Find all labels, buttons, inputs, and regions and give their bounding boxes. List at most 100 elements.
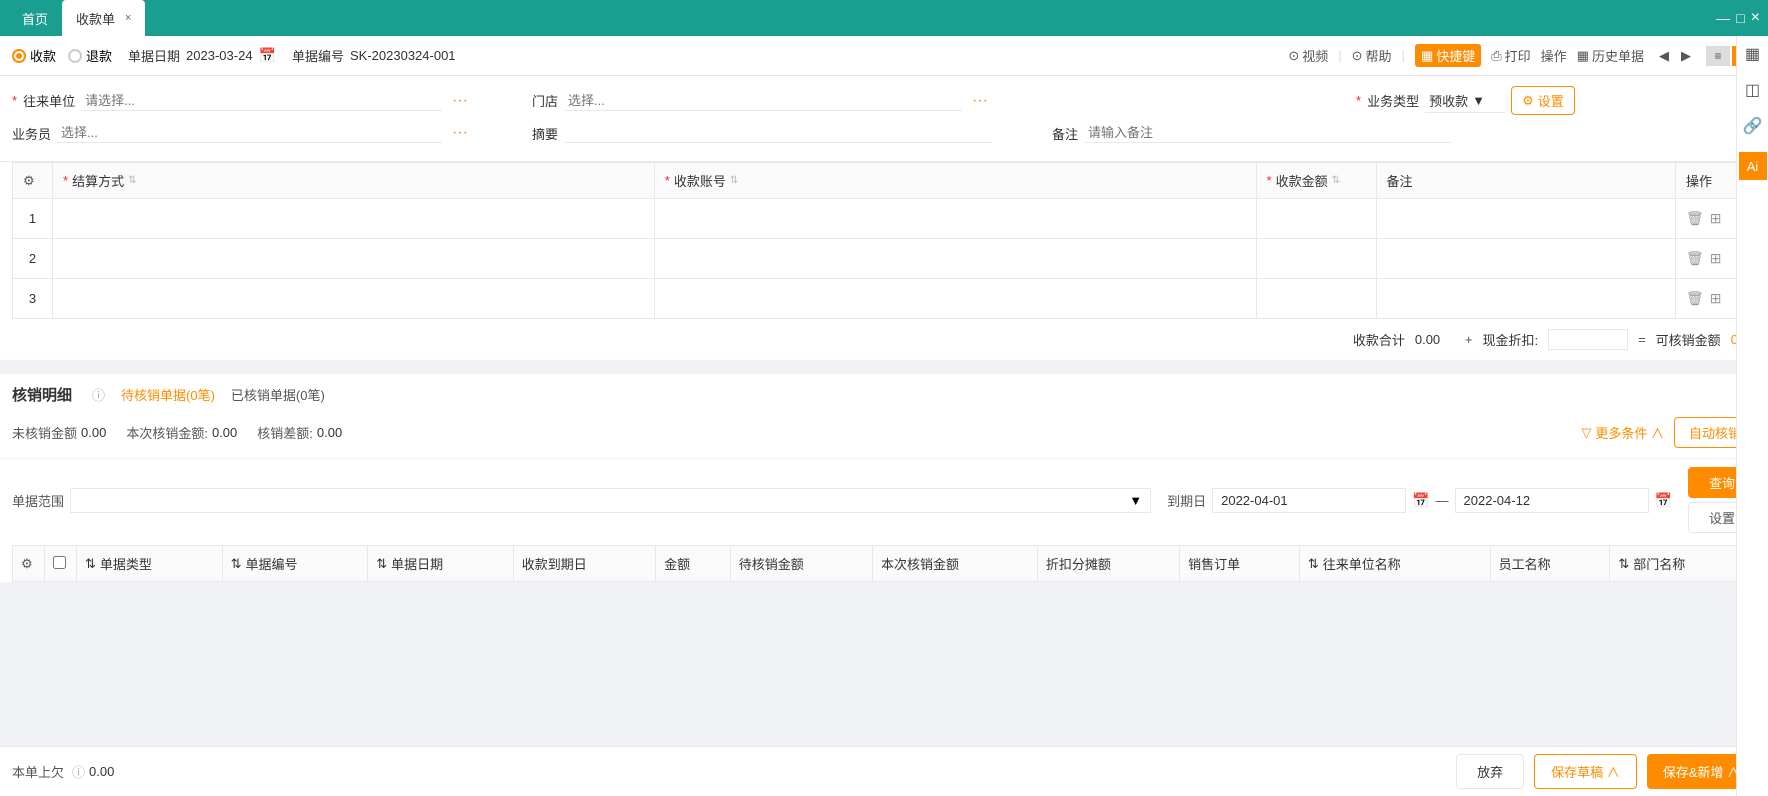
win-max-btn[interactable]: □ [1736, 10, 1744, 26]
calendar-icon[interactable]: 📅 [259, 47, 276, 64]
diff-stat: 核销差额: 0.00 [257, 423, 342, 442]
footer-info-icon[interactable]: ⓘ [72, 762, 85, 781]
video-btn[interactable]: ⊙ 视频 [1288, 46, 1328, 65]
row-3-delete-btn[interactable]: 🗑 [1686, 290, 1704, 307]
biz-type-select[interactable]: 预收款 ▼ [1425, 89, 1505, 113]
shortcut-btn[interactable]: ▦ 快捷键 [1415, 44, 1481, 67]
top-toolbar: 收款 退款 单据日期 2023-03-24 📅 单据编号 SK-20230324… [0, 36, 1768, 76]
sidebar-table-icon[interactable]: ▦ [1745, 44, 1760, 64]
radio-group: 收款 退款 [12, 46, 112, 65]
prev-arrow[interactable]: ◀ [1654, 46, 1674, 66]
video-icon: ⊙ [1288, 48, 1299, 64]
tab-collection-label: 收款单 [76, 9, 115, 28]
row-2-delete-btn[interactable]: 🗑 [1686, 250, 1704, 267]
counterpart-input[interactable] [81, 91, 442, 111]
select-all-checkbox[interactable] [53, 556, 66, 569]
th-amount: * 收款金额 ⇅ [1256, 163, 1376, 199]
date-from-calendar-icon[interactable]: 📅 [1412, 492, 1429, 509]
row-1-remark[interactable] [1376, 199, 1676, 239]
date-separator: — [1436, 493, 1449, 508]
range-chevron-icon: ▼ [1129, 493, 1142, 508]
sidebar-layout-icon[interactable]: ◫ [1745, 80, 1760, 100]
tab-home-label: 首页 [22, 9, 48, 28]
verify-info-icon[interactable]: ⓘ [92, 385, 105, 404]
pending-tab[interactable]: 待核销单据(0笔) [121, 385, 215, 404]
footer-stat: 本单上欠 ⓘ 0.00 [12, 762, 114, 781]
radio-refund[interactable]: 退款 [68, 46, 112, 65]
verify-title: 核销明细 [12, 384, 72, 405]
operate-btn[interactable]: 操作 [1541, 46, 1567, 65]
row-1-amount[interactable] [1256, 199, 1376, 239]
row-2-settlement[interactable] [53, 239, 655, 279]
salesperson-more-btn[interactable]: ··· [448, 124, 472, 142]
history-btn[interactable]: ▦ 历史单据 [1577, 46, 1644, 65]
th-remark: 备注 [1376, 163, 1676, 199]
row-1-delete-btn[interactable]: 🗑 [1686, 210, 1704, 227]
help-btn[interactable]: ⊙ 帮助 [1352, 46, 1392, 65]
row-2-copy-btn[interactable]: ⊞ [1710, 250, 1722, 267]
summary-input[interactable] [564, 123, 992, 143]
row-3-settlement[interactable] [53, 279, 655, 319]
sort-amount-icon: ⇅ [1332, 175, 1340, 186]
date-value: 2023-03-24 [186, 48, 253, 63]
salesperson-input[interactable] [57, 123, 442, 143]
tab-collection[interactable]: 收款单 × [62, 0, 145, 36]
store-input[interactable] [564, 91, 962, 111]
range-filter: 单据范围 ▼ [12, 488, 1151, 513]
tab-close-icon[interactable]: × [125, 12, 131, 24]
row-3-account[interactable] [654, 279, 1256, 319]
date-to-calendar-icon[interactable]: 📅 [1655, 492, 1672, 509]
row-2-amount[interactable] [1256, 239, 1376, 279]
remark-input[interactable] [1084, 123, 1452, 143]
date-from-input[interactable] [1212, 488, 1406, 513]
sort-settlement-icon: ⇅ [128, 175, 136, 186]
row-2-remark[interactable] [1376, 239, 1676, 279]
footer-bar: 本单上欠 ⓘ 0.00 放弃 保存草稿 ∧ 保存&新增 ∧ [0, 746, 1768, 796]
bottom-table-wrap: ⚙ ⇅ 单据类型 ⇅ [0, 545, 1768, 582]
list-view-btn[interactable]: ≡ [1706, 46, 1730, 66]
table-gear-icon[interactable]: ⚙ [23, 173, 35, 188]
bottom-table-gear-icon[interactable]: ⚙ [21, 556, 33, 571]
counterpart-required: * [12, 93, 17, 108]
discard-btn[interactable]: 放弃 [1456, 754, 1524, 789]
sidebar-ai-icon[interactable]: Ai [1739, 152, 1767, 180]
print-btn[interactable]: ⎙ 打印 [1491, 46, 1530, 65]
win-close-btn[interactable]: × [1751, 9, 1760, 27]
footer-btns: 放弃 保存草稿 ∧ 保存&新增 ∧ [1456, 754, 1756, 789]
form-row-2: 业务员 ··· 摘要 备注 [12, 123, 1756, 143]
row-1-copy-btn[interactable]: ⊞ [1710, 210, 1722, 227]
more-conditions-btn[interactable]: ▽ 更多条件 ∧ [1581, 423, 1664, 442]
tab-home[interactable]: 首页 [8, 0, 62, 36]
radio-collection[interactable]: 收款 [12, 46, 56, 65]
draft-btn[interactable]: 保存草稿 ∧ [1534, 754, 1637, 789]
done-tab[interactable]: 已核销单据(0笔) [231, 385, 325, 404]
row-1-settlement[interactable] [53, 199, 655, 239]
summary-label: 摘要 [532, 124, 558, 143]
biz-type-value: 预收款 [1429, 91, 1468, 110]
th-due-date: 收款到期日 [513, 546, 655, 582]
discount-input[interactable] [1548, 329, 1628, 350]
separator2: | [1402, 48, 1405, 63]
store-label: 门店 [532, 91, 558, 110]
row-3-amount[interactable] [1256, 279, 1376, 319]
ai-label: Ai [1747, 159, 1759, 174]
row-3-copy-btn[interactable]: ⊞ [1710, 290, 1722, 307]
row-2-account[interactable] [654, 239, 1256, 279]
win-min-btn[interactable]: — [1716, 10, 1730, 26]
salesperson-field: 业务员 ··· [12, 123, 472, 143]
row-3-remark[interactable] [1376, 279, 1676, 319]
row-3-num: 3 [13, 279, 53, 319]
salesperson-label: 业务员 [12, 124, 51, 143]
date-to-input[interactable] [1455, 488, 1649, 513]
row-1-account[interactable] [654, 199, 1256, 239]
sidebar-link-icon[interactable]: 🔗 [1743, 116, 1763, 136]
radio-collection-circle [12, 49, 26, 63]
store-more-btn[interactable]: ··· [968, 92, 992, 110]
counterpart-more-btn[interactable]: ··· [448, 92, 472, 110]
range-select[interactable]: ▼ [70, 488, 1151, 513]
discount-label: 现金折扣: [1482, 330, 1538, 349]
settings-button[interactable]: ⚙ 设置 [1511, 86, 1575, 115]
next-arrow[interactable]: ▶ [1676, 46, 1696, 66]
filter-row: 单据范围 ▼ 到期日 📅 — 📅 查询 设置 [0, 458, 1768, 541]
table-row: 3 🗑 ⊞ [13, 279, 1756, 319]
